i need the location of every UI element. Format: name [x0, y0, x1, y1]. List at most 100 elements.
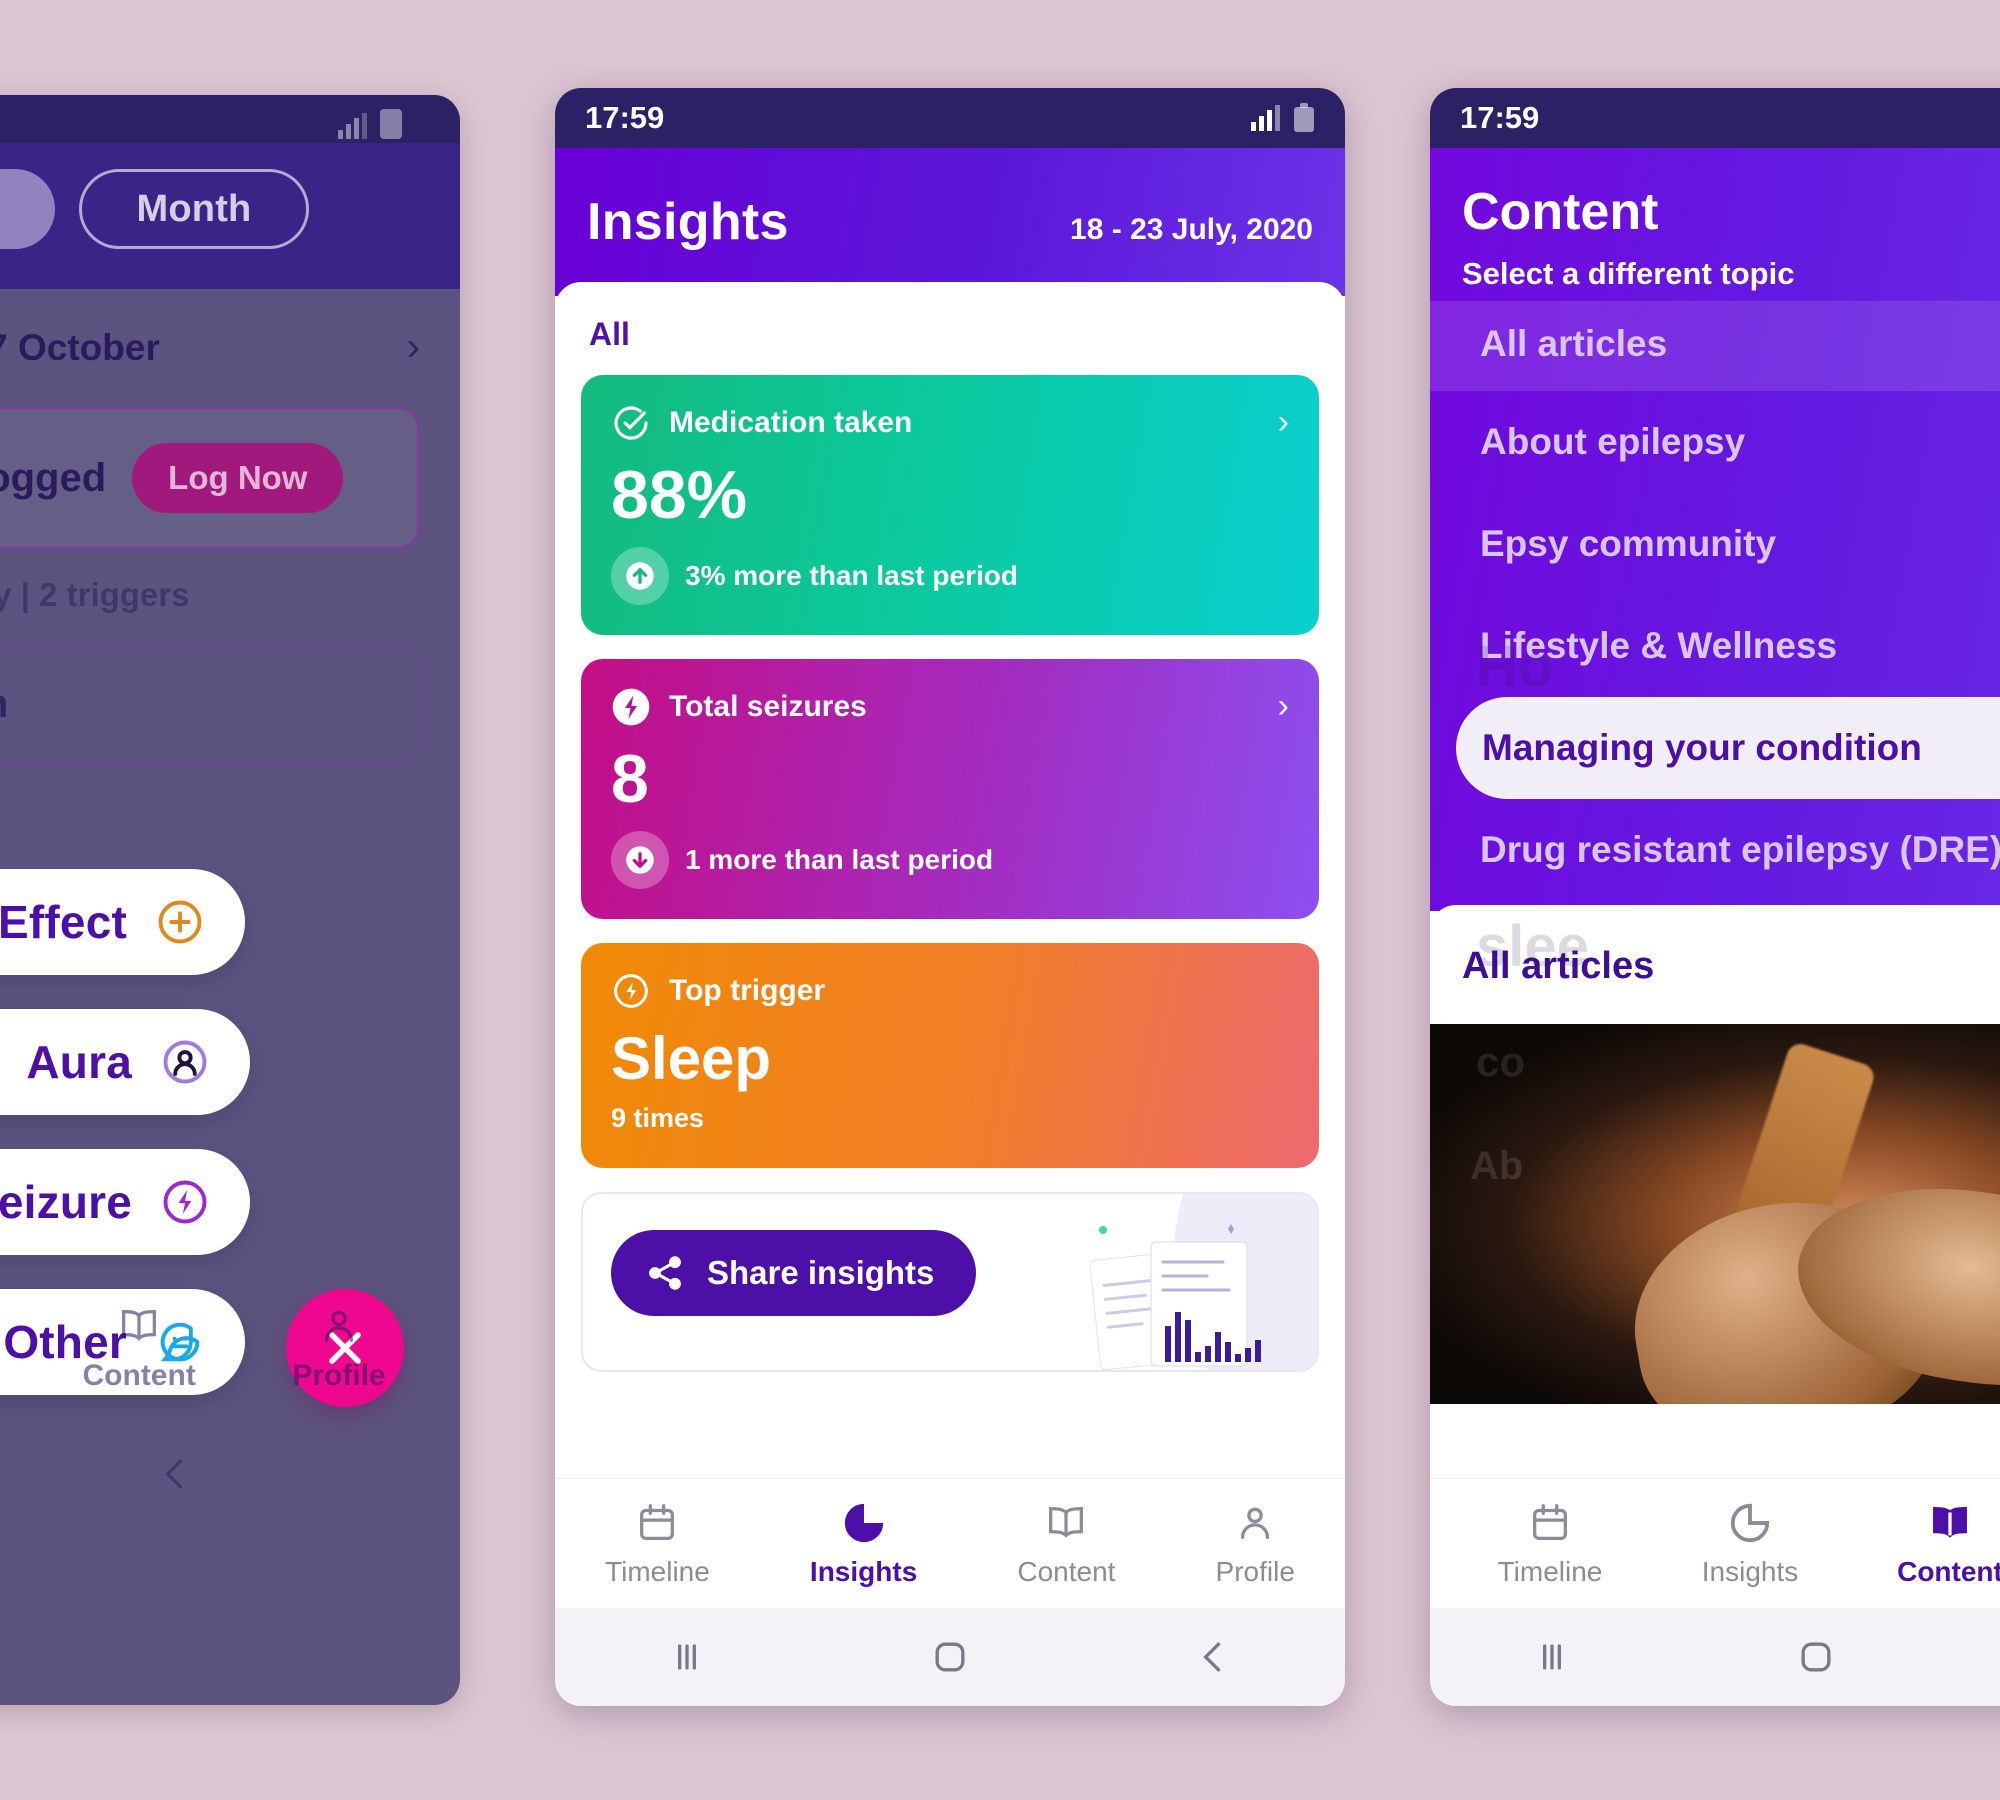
fab-item-aura[interactable]: Aura [0, 1009, 250, 1115]
ghost-line-co: co [1476, 1038, 1526, 1085]
topic-label: Epsy community [1480, 523, 1777, 564]
screenshot-stage: Day Month sday, 7 October › Not Logged L… [0, 0, 2000, 1800]
share-button-label: Share insights [707, 1254, 935, 1291]
tab-profile[interactable]: Profile [1216, 1500, 1295, 1588]
top-trigger-card[interactable]: Top trigger Sleep 9 times [581, 943, 1319, 1168]
date-label: sday, 7 October [0, 326, 160, 368]
card-value: 88% [611, 457, 748, 533]
log-card[interactable]: Not Logged Log Now [0, 406, 420, 550]
home-icon[interactable] [1794, 1635, 1838, 1679]
share-illustration [1089, 1194, 1317, 1370]
upcoming-label: Upcon [0, 682, 8, 727]
topic-all-articles[interactable]: All articles [1430, 301, 2000, 391]
topic-about-epilepsy[interactable]: About epilepsy [1430, 391, 2000, 493]
log-now-button[interactable]: Log Now [132, 443, 344, 513]
sidebar-item-content[interactable]: Content [83, 1303, 196, 1393]
upcoming-card[interactable]: Upcon [0, 644, 420, 764]
total-seizures-card[interactable]: Total seizures › 8 1 more than last peri… [581, 659, 1319, 919]
signal-icon [338, 113, 367, 139]
tab-label: Profile [1215, 1555, 1295, 1587]
tab-content[interactable]: Content [1850, 1500, 2000, 1588]
date-range-label[interactable]: 18 - 23 July, 2020 [1070, 213, 1313, 247]
share-insights-button[interactable]: Share insights [611, 1230, 977, 1316]
page-title: Insights [587, 193, 789, 251]
pie-chart-icon [1730, 1503, 1770, 1542]
topic-managing-your-condition[interactable]: Managing your condition [1456, 697, 2000, 799]
insights-header: Insights 18 - 23 July, 2020 [555, 148, 1345, 296]
card-value: 8 [611, 741, 649, 817]
tab-content[interactable]: Content [1017, 1500, 1115, 1588]
pie-chart-icon [844, 1503, 883, 1542]
share-insights-card: Share insights [581, 1192, 1319, 1372]
tab-insights[interactable]: Insights [810, 1500, 917, 1588]
header-subtitle: Select a different topic [1462, 256, 1795, 291]
topic-drug-resistant-epilepsy[interactable]: Drug resistant epilepsy (DRE) [1430, 799, 2000, 901]
system-nav-bar[interactable] [555, 1608, 1345, 1706]
ghost-line-sleep: slee [1476, 914, 1589, 979]
arrow-up-icon [611, 547, 669, 605]
segment-day[interactable]: Day [0, 169, 55, 249]
articles-sheet: slee All articles Ge co Ab [1430, 905, 2000, 1404]
date-row[interactable]: sday, 7 October › [0, 289, 460, 406]
card-delta-text: 1 more than last period [685, 844, 994, 875]
ghost-line-ab: Ab [1470, 1144, 1524, 1188]
card-header: Medication taken [611, 403, 1289, 443]
fab-item-label: Aura [26, 1036, 132, 1088]
topic-label: About epilepsy [1480, 421, 1746, 462]
fab-item-seizure[interactable]: Seizure [0, 1149, 250, 1255]
chevron-right-icon[interactable]: › [1278, 403, 1289, 442]
recents-icon[interactable] [1530, 1635, 1574, 1679]
topic-label: Managing your condition [1482, 727, 1922, 768]
card-delta-text: 3% more than last period [685, 560, 1018, 591]
medication-taken-card[interactable]: Medication taken › 88% 3% more than last… [581, 375, 1319, 635]
card-header: Top trigger [611, 971, 1289, 1011]
recents-icon[interactable] [665, 1635, 709, 1679]
tab-timeline[interactable]: Timeline [1450, 1500, 1650, 1588]
fab-item-label: Seizure [0, 1176, 132, 1228]
book-icon [1933, 1506, 1967, 1538]
tab-insights[interactable]: Insights [1650, 1500, 1850, 1588]
bottom-tab-bar[interactable]: Timeline Insights Content [1430, 1478, 2000, 1608]
arrow-down-icon [611, 831, 669, 889]
insights-sheet: All Medication taken › 88% 3% more than … [555, 282, 1345, 1372]
article-photo[interactable]: co Ab [1430, 1024, 2000, 1404]
card-title: Medication taken [669, 406, 913, 439]
book-icon [122, 1309, 157, 1341]
system-nav-bar[interactable] [1430, 1608, 2000, 1706]
person-icon [324, 1310, 354, 1343]
segment-month[interactable]: Month [79, 169, 309, 249]
left-phone-mockup: Day Month sday, 7 October › Not Logged L… [0, 95, 460, 1705]
left-body: sday, 7 October › Not Logged Log Now nte… [0, 289, 460, 1529]
sidebar-item-profile[interactable]: Profile [292, 1303, 386, 1393]
tab-label: Timeline [605, 1555, 710, 1587]
battery-icon [380, 109, 402, 139]
back-icon[interactable] [153, 1452, 197, 1496]
signal-icon [1251, 105, 1280, 131]
left-system-nav[interactable] [0, 1419, 460, 1529]
status-time: 17:59 [585, 100, 665, 135]
home-icon[interactable] [928, 1635, 972, 1679]
lightning-circle-icon [612, 688, 650, 726]
ghost-line-how: Ho [1476, 634, 1554, 699]
card-delta: 1 more than last period [611, 831, 1289, 889]
tab-label: Timeline [1497, 1555, 1603, 1587]
card-delta: 3% more than last period [611, 547, 1289, 605]
status-time: 17:59 [1460, 100, 1540, 135]
tab-label: Content [82, 1359, 196, 1392]
day-month-segmented-control[interactable]: Day Month [0, 169, 432, 249]
home-icon[interactable] [0, 1452, 4, 1496]
card-delta-text: 9 times [611, 1103, 705, 1133]
fab-item-label: Side Effect [0, 896, 127, 948]
left-tab-bar[interactable]: ts Content Profile [0, 1303, 460, 1411]
back-icon[interactable] [1191, 1635, 1235, 1679]
tab-label: Insights [809, 1555, 918, 1587]
card-title: Total seizures [669, 690, 867, 723]
topic-list[interactable]: All articles About epilepsy Epsy communi… [1430, 301, 2000, 911]
bottom-tab-bar[interactable]: Timeline Insights Content Profile [555, 1478, 1345, 1608]
tab-timeline[interactable]: Timeline [605, 1500, 710, 1588]
topic-label: Drug resistant epilepsy (DRE) [1480, 829, 2000, 870]
topic-epsy-community[interactable]: Epsy community [1430, 493, 2000, 595]
fab-item-side-effect[interactable]: Side Effect [0, 869, 245, 975]
chevron-right-icon[interactable]: › [1278, 687, 1289, 726]
filter-all[interactable]: All [581, 282, 1319, 375]
